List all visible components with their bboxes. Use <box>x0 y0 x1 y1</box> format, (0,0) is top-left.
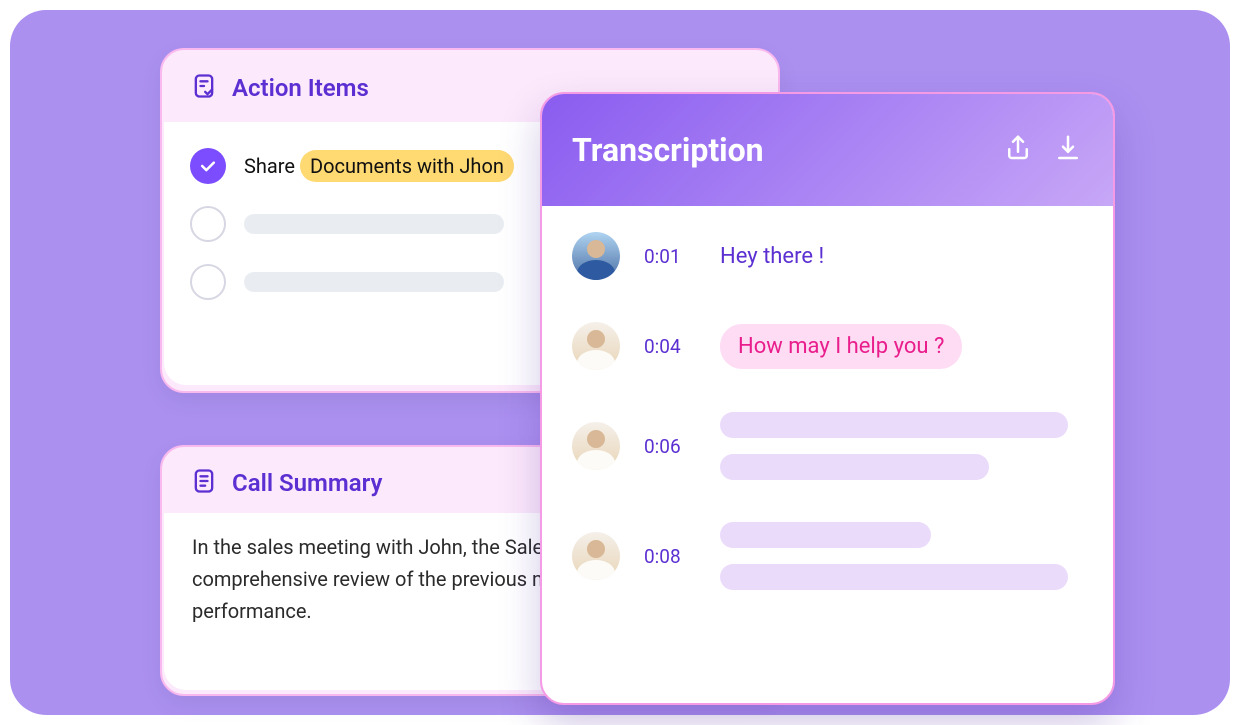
transcript-row: 0:06 <box>572 412 1083 480</box>
transcript-row: 0:04 How may I help you ? <box>572 322 1083 370</box>
clipboard-check-icon <box>190 72 218 104</box>
transcript-text: How may I help you ? <box>720 324 962 369</box>
transcription-actions <box>1003 133 1083 167</box>
call-summary-title: Call Summary <box>232 469 382 497</box>
transcription-title: Transcription <box>572 131 764 169</box>
avatar <box>572 532 620 580</box>
app-canvas: Action Items Share Documents with Jhon <box>10 10 1230 715</box>
placeholder-bar <box>720 454 989 480</box>
avatar <box>572 422 620 470</box>
timestamp: 0:01 <box>644 245 696 268</box>
action-item-highlight: Documents with Jhon <box>300 150 514 182</box>
placeholder-bar <box>720 522 931 548</box>
placeholder-lines <box>720 522 1083 590</box>
timestamp: 0:08 <box>644 545 696 568</box>
transcription-header: Transcription <box>542 94 1113 206</box>
transcription-body: 0:01 Hey there ! 0:04 How may I help you… <box>542 206 1113 616</box>
placeholder-lines <box>720 412 1083 480</box>
action-item-text: Share Documents with Jhon <box>244 154 514 178</box>
transcript-row: 0:08 <box>572 522 1083 590</box>
download-icon[interactable] <box>1053 133 1083 167</box>
share-icon[interactable] <box>1003 133 1033 167</box>
transcription-card: Transcription 0:01 <box>540 92 1115 705</box>
action-items-title: Action Items <box>232 74 369 102</box>
placeholder-bar <box>244 272 504 292</box>
unchecked-circle-icon[interactable] <box>190 264 226 300</box>
avatar <box>572 232 620 280</box>
placeholder-bar <box>720 564 1068 590</box>
placeholder-bar <box>244 214 504 234</box>
transcript-row: 0:01 Hey there ! <box>572 232 1083 280</box>
action-item-prefix: Share <box>244 154 300 178</box>
unchecked-circle-icon[interactable] <box>190 206 226 242</box>
document-icon <box>190 467 218 499</box>
timestamp: 0:04 <box>644 335 696 358</box>
transcript-text: Hey there ! <box>720 244 824 269</box>
timestamp: 0:06 <box>644 435 696 458</box>
avatar <box>572 322 620 370</box>
check-circle-icon[interactable] <box>190 148 226 184</box>
placeholder-bar <box>720 412 1068 438</box>
